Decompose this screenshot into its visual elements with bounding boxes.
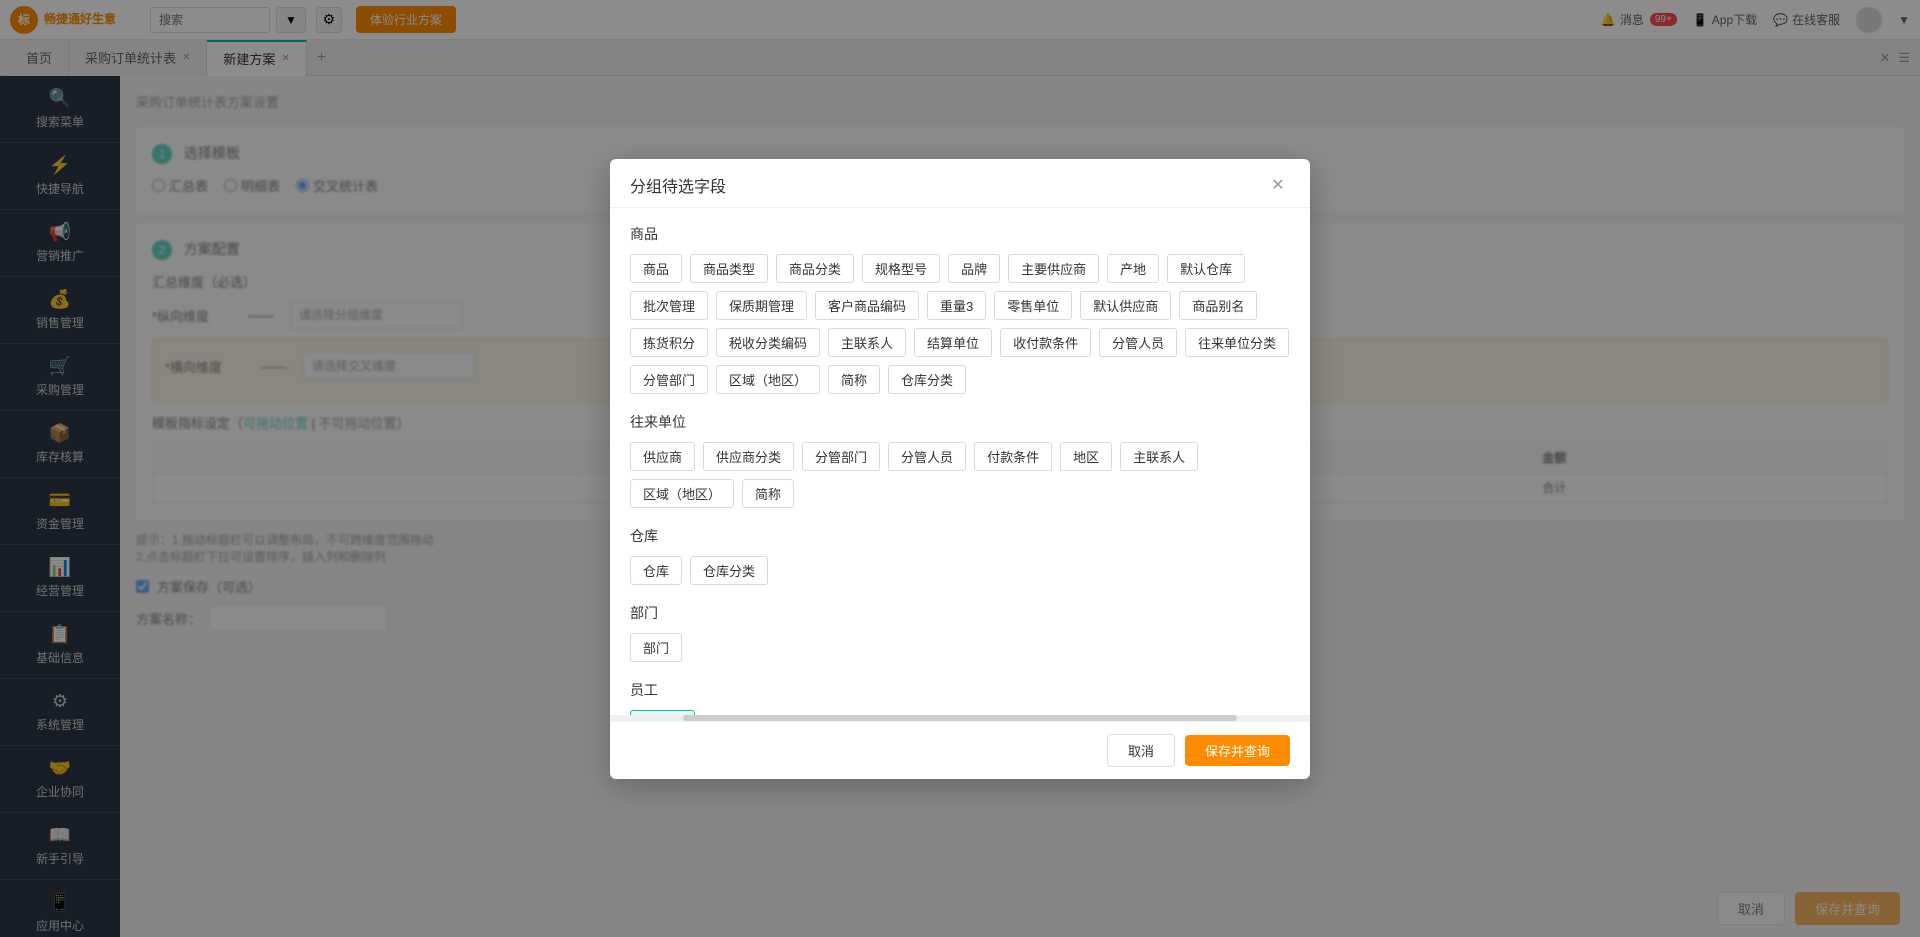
field-tag-spec-model[interactable]: 规格型号 — [862, 254, 940, 283]
field-tag-tax-code[interactable]: 税收分类编码 — [716, 328, 820, 357]
field-tag-default-supplier[interactable]: 默认供应商 — [1080, 291, 1171, 320]
field-tag-partner-contact[interactable]: 主联系人 — [1120, 442, 1198, 471]
section-department-title: 部门 — [630, 603, 1290, 623]
field-tag-default-warehouse[interactable]: 默认仓库 — [1167, 254, 1245, 283]
section-employee-title: 员工 — [630, 680, 1290, 700]
section-partner-title: 往来单位 — [630, 412, 1290, 432]
field-tag-shelf-life[interactable]: 保质期管理 — [716, 291, 807, 320]
field-tag-main-contact[interactable]: 主联系人 — [828, 328, 906, 357]
field-tag-manager[interactable]: 分管人员 — [1099, 328, 1177, 357]
field-tag-area[interactable]: 地区 — [1060, 442, 1112, 471]
field-tag-goods[interactable]: 商品 — [630, 254, 682, 283]
field-tag-partner-manager[interactable]: 分管人员 — [888, 442, 966, 471]
field-tag-department[interactable]: 部门 — [630, 633, 682, 662]
section-warehouse-tags: 仓库 仓库分类 — [630, 556, 1290, 585]
modal-title: 分组待选字段 — [630, 173, 726, 197]
modal-confirm-button[interactable]: 保存并查询 — [1185, 735, 1290, 766]
section-goods-tags: 商品 商品类型 商品分类 规格型号 品牌 主要供应商 产地 默认仓库 批次管理 … — [630, 254, 1290, 394]
modal-footer: 取消 保存并查询 — [610, 721, 1310, 779]
field-tag-dept[interactable]: 分管部门 — [630, 365, 708, 394]
field-tag-brand[interactable]: 品牌 — [948, 254, 1000, 283]
field-tag-main-supplier[interactable]: 主要供应商 — [1008, 254, 1099, 283]
field-tag-pick-points[interactable]: 拣货积分 — [630, 328, 708, 357]
field-tag-wh-cat[interactable]: 仓库分类 — [690, 556, 768, 585]
field-tag-partner-payment[interactable]: 付款条件 — [974, 442, 1052, 471]
field-tag-weight[interactable]: 重量3 — [927, 291, 986, 320]
section-goods-title: 商品 — [630, 224, 1290, 244]
field-tag-wh[interactable]: 仓库 — [630, 556, 682, 585]
field-tag-origin[interactable]: 产地 — [1107, 254, 1159, 283]
modal-header: 分组待选字段 ✕ — [610, 159, 1310, 208]
section-partner-tags: 供应商 供应商分类 分管部门 分管人员 付款条件 地区 主联系人 区域（地区） … — [630, 442, 1290, 508]
field-tag-customer-code[interactable]: 客户商品编码 — [815, 291, 919, 320]
section-department: 部门 部门 — [630, 603, 1290, 662]
field-tag-retail-unit[interactable]: 零售单位 — [994, 291, 1072, 320]
field-tag-partner-dept[interactable]: 分管部门 — [802, 442, 880, 471]
modal-overlay: 分组待选字段 ✕ 商品 商品 商品类型 商品分类 规格型号 品牌 主要供应商 产… — [0, 0, 1920, 937]
field-tag-goods-category[interactable]: 商品分类 — [776, 254, 854, 283]
field-tag-batch-mgmt[interactable]: 批次管理 — [630, 291, 708, 320]
field-tag-partner-category[interactable]: 往来单位分类 — [1185, 328, 1289, 357]
section-department-tags: 部门 — [630, 633, 1290, 662]
field-tag-partner-short[interactable]: 简称 — [742, 479, 794, 508]
field-tag-short-name[interactable]: 简称 — [828, 365, 880, 394]
field-tag-supplier[interactable]: 供应商 — [630, 442, 695, 471]
section-partner: 往来单位 供应商 供应商分类 分管部门 分管人员 付款条件 地区 主联系人 区域… — [630, 412, 1290, 508]
field-tag-region[interactable]: 区域（地区） — [716, 365, 820, 394]
field-tag-supplier-cat[interactable]: 供应商分类 — [703, 442, 794, 471]
field-tag-goods-type[interactable]: 商品类型 — [690, 254, 768, 283]
section-employee: 员工 业务员 — [630, 680, 1290, 715]
modal-cancel-button[interactable]: 取消 — [1107, 734, 1175, 767]
field-tag-warehouse-cat[interactable]: 仓库分类 — [888, 365, 966, 394]
field-tag-partner-region[interactable]: 区域（地区） — [630, 479, 734, 508]
modal-close-button[interactable]: ✕ — [1266, 173, 1290, 197]
field-tag-payment-terms[interactable]: 收付款条件 — [1000, 328, 1091, 357]
section-warehouse: 仓库 仓库 仓库分类 — [630, 526, 1290, 585]
modal-body[interactable]: 商品 商品 商品类型 商品分类 规格型号 品牌 主要供应商 产地 默认仓库 批次… — [610, 208, 1310, 715]
section-goods: 商品 商品 商品类型 商品分类 规格型号 品牌 主要供应商 产地 默认仓库 批次… — [630, 224, 1290, 394]
section-warehouse-title: 仓库 — [630, 526, 1290, 546]
field-tag-settle-unit[interactable]: 结算单位 — [914, 328, 992, 357]
field-select-modal: 分组待选字段 ✕ 商品 商品 商品类型 商品分类 规格型号 品牌 主要供应商 产… — [610, 159, 1310, 779]
field-tag-goods-alias[interactable]: 商品别名 — [1179, 291, 1257, 320]
